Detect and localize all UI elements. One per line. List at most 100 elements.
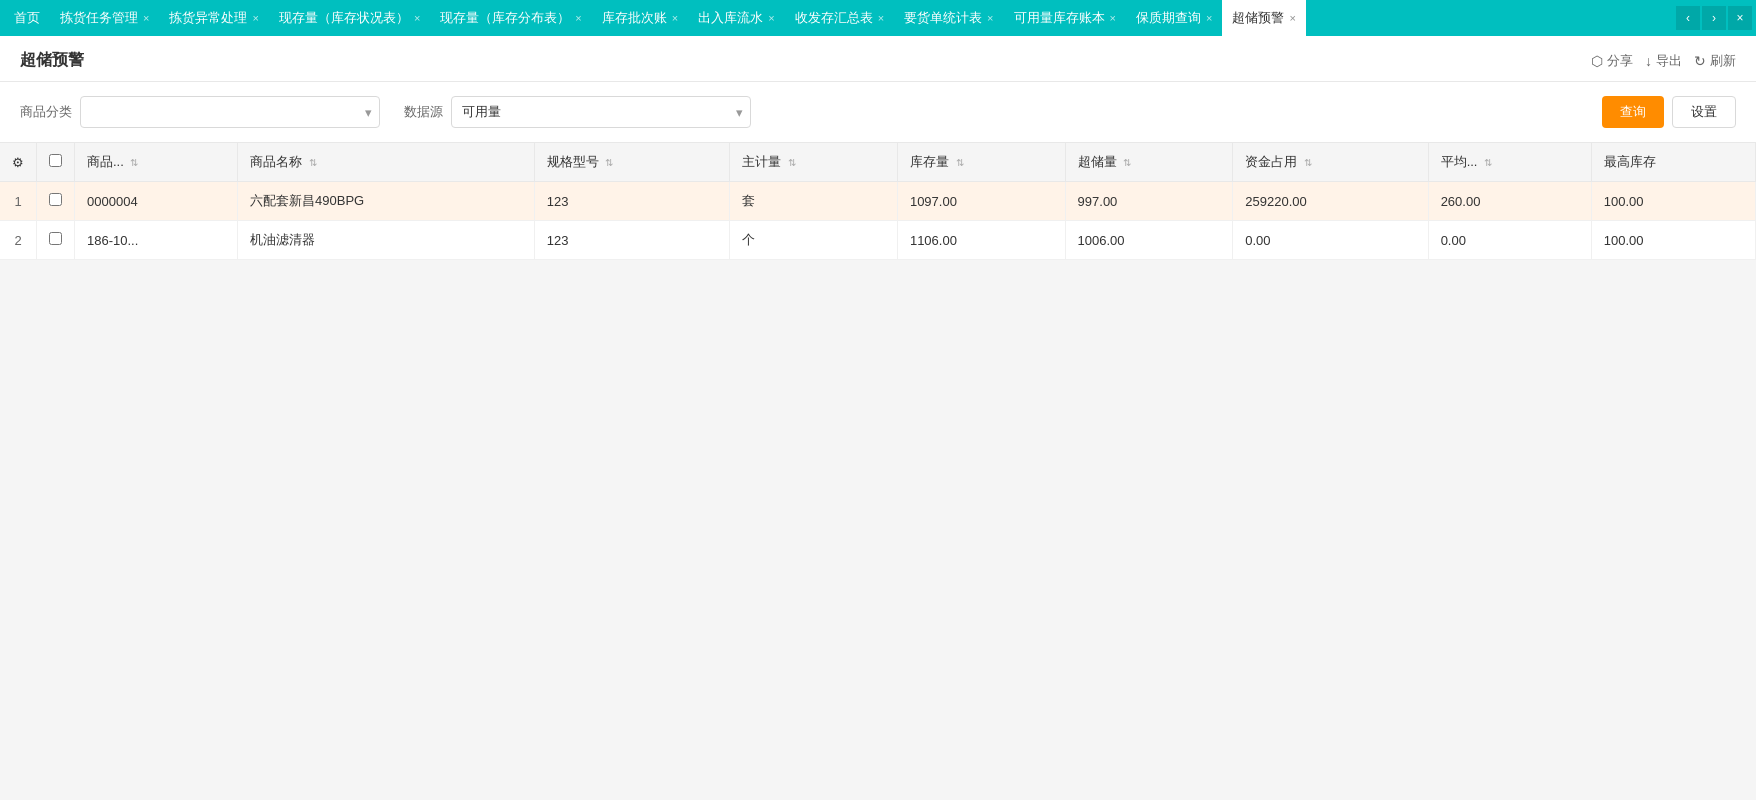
th-settings: ⚙ <box>0 143 37 182</box>
share-button[interactable]: ⬡ 分享 <box>1591 52 1633 70</box>
table-row: 2 186-10... 机油滤清器 123 个 1106.00 1006.00 … <box>0 221 1756 260</box>
nav-prev-button[interactable]: ‹ <box>1676 6 1700 30</box>
nav-close-button[interactable]: × <box>1728 6 1752 30</box>
export-icon: ↓ <box>1645 53 1652 69</box>
nav-order-stats[interactable]: 要货单统计表 × <box>894 0 1003 36</box>
data-source-select-wrapper: 可用量 ▾ <box>451 96 751 128</box>
close-icon[interactable]: × <box>768 12 774 24</box>
cell-product-code-2: 186-10... <box>75 221 238 260</box>
sort-icon[interactable]: ⇅ <box>130 157 138 168</box>
refresh-button[interactable]: ↻ 刷新 <box>1694 52 1736 70</box>
data-source-filter: 数据源 可用量 ▾ <box>404 96 751 128</box>
filter-actions: 查询 设置 <box>1602 96 1736 128</box>
page-header: 超储预警 ⬡ 分享 ↓ 导出 ↻ 刷新 <box>0 36 1756 82</box>
sort-icon[interactable]: ⇅ <box>1484 157 1492 168</box>
nav-batch[interactable]: 库存批次账 × <box>592 0 688 36</box>
th-product-name: 商品名称 ⇅ <box>238 143 535 182</box>
cell-product-name-2: 机油滤清器 <box>238 221 535 260</box>
close-icon[interactable]: × <box>575 12 581 24</box>
sort-icon[interactable]: ⇅ <box>1304 157 1312 168</box>
cell-overstock-1: 997.00 <box>1065 182 1233 221</box>
nav-overstock[interactable]: 超储预警 × <box>1222 0 1305 36</box>
table-header-row: ⚙ 商品... ⇅ 商品名称 ⇅ 规格型号 ⇅ <box>0 143 1756 182</box>
close-icon[interactable]: × <box>143 12 149 24</box>
cell-avg-1: 260.00 <box>1428 182 1591 221</box>
th-checkbox <box>37 143 75 182</box>
cell-max-stock-1: 100.00 <box>1591 182 1755 221</box>
nav-home[interactable]: 首页 <box>4 0 50 36</box>
th-avg: 平均... ⇅ <box>1428 143 1591 182</box>
nav-pick-exception[interactable]: 拣货异常处理 × <box>159 0 268 36</box>
cell-capital-2: 0.00 <box>1233 221 1428 260</box>
cell-avg-2: 0.00 <box>1428 221 1591 260</box>
table-row: 1 0000004 六配套新昌490BPG 123 套 1097.00 997.… <box>0 182 1756 221</box>
nav-stock-dist[interactable]: 现存量（库存分布表） × <box>430 0 591 36</box>
table-container: ⚙ 商品... ⇅ 商品名称 ⇅ 规格型号 ⇅ <box>0 143 1756 260</box>
settings-icon[interactable]: ⚙ <box>12 155 24 170</box>
top-navigation: 首页 拣货任务管理 × 拣货异常处理 × 现存量（库存状况表） × 现存量（库存… <box>0 0 1756 36</box>
close-icon[interactable]: × <box>672 12 678 24</box>
product-category-label: 商品分类 <box>20 103 72 121</box>
th-capital: 资金占用 ⇅ <box>1233 143 1428 182</box>
cell-product-name-1: 六配套新昌490BPG <box>238 182 535 221</box>
cell-unit-1: 套 <box>730 182 898 221</box>
sort-icon[interactable]: ⇅ <box>309 157 317 168</box>
close-icon[interactable]: × <box>1206 12 1212 24</box>
row-num-2: 2 <box>0 221 37 260</box>
row-checkbox-1[interactable] <box>49 193 62 206</box>
close-icon[interactable]: × <box>1110 12 1116 24</box>
product-category-select-wrapper: ▾ <box>80 96 380 128</box>
sort-icon[interactable]: ⇅ <box>1123 157 1131 168</box>
nav-inout-flow[interactable]: 出入库流水 × <box>688 0 784 36</box>
cell-spec-1: 123 <box>534 182 729 221</box>
cell-product-code-1: 0000004 <box>75 182 238 221</box>
nav-available-stock[interactable]: 可用量库存账本 × <box>1004 0 1126 36</box>
nav-pick-task[interactable]: 拣货任务管理 × <box>50 0 159 36</box>
filter-area: 商品分类 ▾ 数据源 可用量 ▾ 查询 设置 <box>0 82 1756 143</box>
cell-max-stock-2: 100.00 <box>1591 221 1755 260</box>
table-body: 1 0000004 六配套新昌490BPG 123 套 1097.00 997.… <box>0 182 1756 260</box>
cell-spec-2: 123 <box>534 221 729 260</box>
select-all-checkbox[interactable] <box>49 154 62 167</box>
nav-expiry[interactable]: 保质期查询 × <box>1126 0 1222 36</box>
share-icon: ⬡ <box>1591 53 1603 69</box>
data-source-select[interactable]: 可用量 <box>451 96 751 128</box>
row-checkbox-cell-2 <box>37 221 75 260</box>
export-button[interactable]: ↓ 导出 <box>1645 52 1682 70</box>
close-icon[interactable]: × <box>1289 12 1295 24</box>
data-source-label: 数据源 <box>404 103 443 121</box>
row-checkbox-cell-1 <box>37 182 75 221</box>
th-stock: 库存量 ⇅ <box>897 143 1065 182</box>
cell-unit-2: 个 <box>730 221 898 260</box>
row-num-1: 1 <box>0 182 37 221</box>
cell-overstock-2: 1006.00 <box>1065 221 1233 260</box>
nav-stock-status[interactable]: 现存量（库存状况表） × <box>269 0 430 36</box>
th-unit: 主计量 ⇅ <box>730 143 898 182</box>
refresh-icon: ↻ <box>1694 53 1706 69</box>
cell-capital-1: 259220.00 <box>1233 182 1428 221</box>
close-icon[interactable]: × <box>987 12 993 24</box>
close-icon[interactable]: × <box>414 12 420 24</box>
product-category-select[interactable] <box>80 96 380 128</box>
row-checkbox-2[interactable] <box>49 232 62 245</box>
cell-stock-1: 1097.00 <box>897 182 1065 221</box>
page-title: 超储预警 <box>20 50 84 71</box>
nav-summary[interactable]: 收发存汇总表 × <box>785 0 894 36</box>
query-button[interactable]: 查询 <box>1602 96 1664 128</box>
close-icon[interactable]: × <box>878 12 884 24</box>
sort-icon[interactable]: ⇅ <box>605 157 613 168</box>
main-content: 超储预警 ⬡ 分享 ↓ 导出 ↻ 刷新 商品分类 ▾ <box>0 36 1756 260</box>
sort-icon[interactable]: ⇅ <box>788 157 796 168</box>
close-icon[interactable]: × <box>252 12 258 24</box>
nav-next-button[interactable]: › <box>1702 6 1726 30</box>
header-actions: ⬡ 分享 ↓ 导出 ↻ 刷新 <box>1591 52 1736 70</box>
sort-icon[interactable]: ⇅ <box>956 157 964 168</box>
th-overstock: 超储量 ⇅ <box>1065 143 1233 182</box>
cell-stock-2: 1106.00 <box>897 221 1065 260</box>
th-spec: 规格型号 ⇅ <box>534 143 729 182</box>
th-product-code: 商品... ⇅ <box>75 143 238 182</box>
settings-button[interactable]: 设置 <box>1672 96 1736 128</box>
overstock-table: ⚙ 商品... ⇅ 商品名称 ⇅ 规格型号 ⇅ <box>0 143 1756 260</box>
product-category-filter: 商品分类 ▾ <box>20 96 380 128</box>
th-max-stock: 最高库存 <box>1591 143 1755 182</box>
